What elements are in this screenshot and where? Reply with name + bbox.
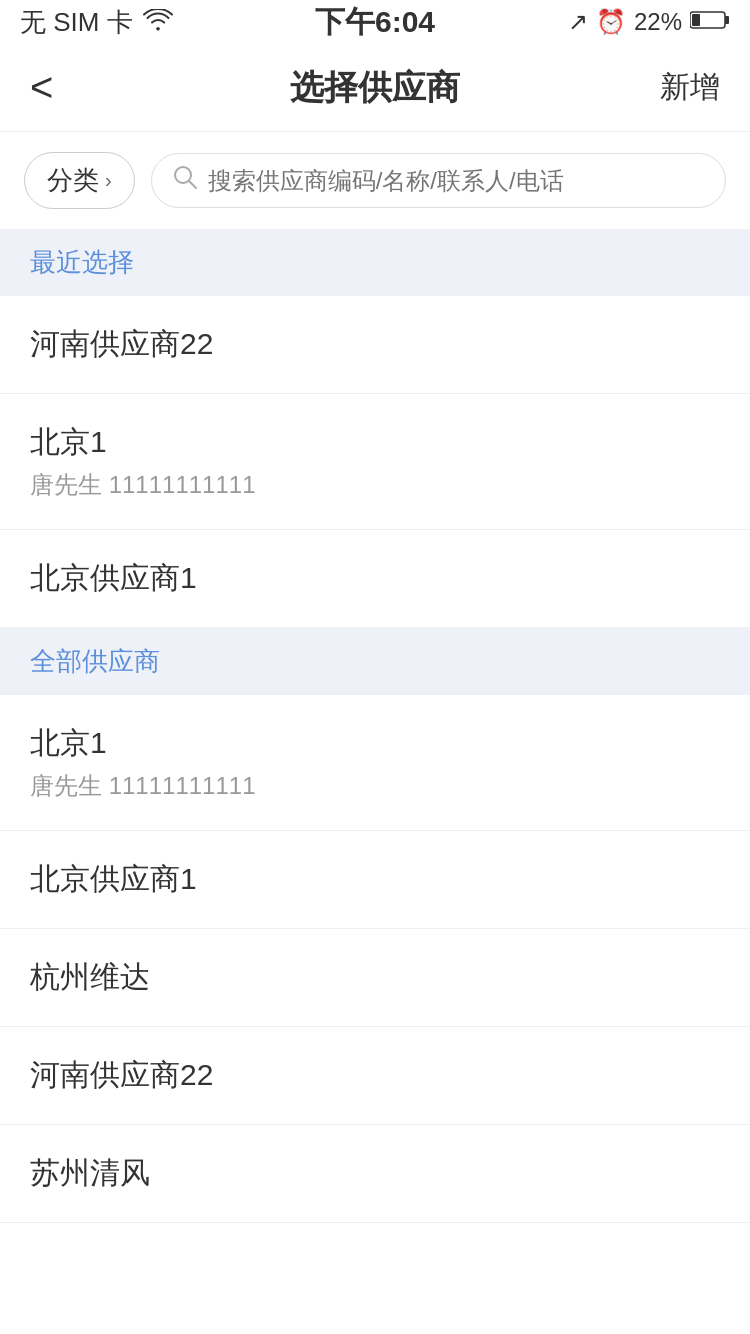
supplier-name: 河南供应商22 (30, 1055, 720, 1096)
alarm-icon: ⏰ (596, 8, 626, 36)
list-item[interactable]: 北京1 唐先生 11111111111 (0, 394, 750, 530)
svg-line-4 (189, 181, 196, 188)
recent-section-header: 最近选择 (0, 229, 750, 296)
supplier-name: 北京供应商1 (30, 859, 720, 900)
category-label: 分类 (47, 163, 99, 198)
location-icon: ↗ (568, 8, 588, 36)
list-item[interactable]: 河南供应商22 (0, 296, 750, 394)
back-button[interactable]: < (30, 65, 90, 110)
supplier-name: 杭州维达 (30, 957, 720, 998)
status-carrier: 无 SIM 卡 (20, 5, 173, 40)
search-box[interactable] (151, 153, 726, 208)
supplier-contact: 唐先生 11111111111 (30, 770, 720, 802)
supplier-contact: 唐先生 11111111111 (30, 469, 720, 501)
supplier-name: 北京1 (30, 422, 720, 463)
list-item[interactable]: 北京供应商1 (0, 831, 750, 929)
supplier-name: 河南供应商22 (30, 324, 720, 365)
chevron-icon: › (105, 169, 112, 192)
supplier-name: 北京供应商1 (30, 558, 720, 599)
battery-text: 22% (634, 8, 682, 36)
all-section-label: 全部供应商 (30, 646, 160, 676)
status-time: 下午6:04 (315, 2, 435, 43)
list-item[interactable]: 北京供应商1 (0, 530, 750, 628)
nav-bar: < 选择供应商 新增 (0, 44, 750, 132)
search-input[interactable] (208, 167, 705, 195)
all-section-header: 全部供应商 (0, 628, 750, 695)
list-item[interactable]: 北京1 唐先生 11111111111 (0, 695, 750, 831)
recent-items-list: 河南供应商22 北京1 唐先生 11111111111 北京供应商1 (0, 296, 750, 628)
status-bar: 无 SIM 卡 下午6:04 ↗ ⏰ 22% (0, 0, 750, 44)
supplier-name: 北京1 (30, 723, 720, 764)
supplier-name: 苏州清风 (30, 1153, 720, 1194)
all-items-list: 北京1 唐先生 11111111111 北京供应商1 杭州维达 河南供应商22 … (0, 695, 750, 1223)
svg-rect-2 (692, 14, 700, 26)
filter-bar: 分类 › (0, 132, 750, 229)
list-item[interactable]: 苏州清风 (0, 1125, 750, 1223)
page-title: 选择供应商 (290, 65, 460, 111)
status-right: ↗ ⏰ 22% (568, 8, 730, 36)
list-item[interactable]: 杭州维达 (0, 929, 750, 1027)
wifi-icon (143, 7, 173, 38)
category-button[interactable]: 分类 › (24, 152, 135, 209)
recent-section-label: 最近选择 (30, 247, 134, 277)
add-button[interactable]: 新增 (660, 67, 720, 108)
list-item[interactable]: 河南供应商22 (0, 1027, 750, 1125)
svg-rect-1 (725, 16, 729, 24)
carrier-text: 无 SIM 卡 (20, 5, 133, 40)
search-icon (172, 164, 198, 197)
battery-icon (690, 8, 730, 36)
